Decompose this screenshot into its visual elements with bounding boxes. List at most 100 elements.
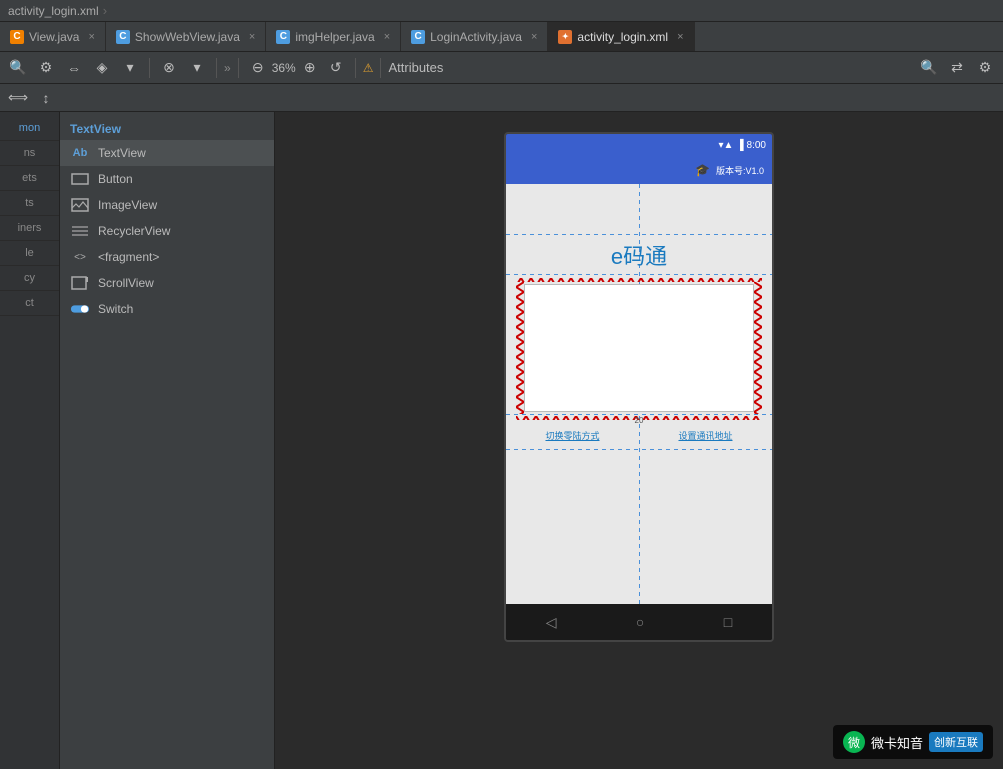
attr-settings-button[interactable]: ⚙ xyxy=(973,56,997,80)
recents-button[interactable]: □ xyxy=(724,614,732,630)
tab-activity-login-xml[interactable]: ✦ activity_login.xml × xyxy=(548,22,694,52)
ellipsis: » xyxy=(224,61,231,75)
palette-label-recyclerview: RecyclerView xyxy=(98,224,170,238)
tab-close-1[interactable]: × xyxy=(88,31,94,43)
separator-3 xyxy=(238,58,239,78)
status-time: 8:00 xyxy=(747,140,766,151)
palette-header: TextView xyxy=(60,118,274,140)
palette-item-imageview[interactable]: ImageView xyxy=(60,192,274,218)
version-label: 版本号:V1.0 xyxy=(716,164,764,177)
separator-5 xyxy=(380,58,381,78)
fragment-icon: <> xyxy=(70,249,90,265)
separator-2 xyxy=(216,58,217,78)
zigzag-left xyxy=(516,282,524,414)
input-box xyxy=(524,284,754,412)
palette-label-fragment: <fragment> xyxy=(98,250,159,264)
palette-item-button[interactable]: Button xyxy=(60,166,274,192)
horizontal-layout-btn[interactable]: ⟺ xyxy=(6,86,30,110)
attributes-section: Attributes xyxy=(388,60,443,75)
tab-label-4: LoginActivity.java xyxy=(430,30,522,44)
palette-cat-ts[interactable]: ts xyxy=(0,191,59,216)
tab-showwebview-java[interactable]: C ShowWebView.java × xyxy=(106,22,266,52)
tab-close-4[interactable]: × xyxy=(531,31,537,43)
wifi-icon: ▾▲ xyxy=(719,140,734,151)
palette-item-fragment[interactable]: <> <fragment> xyxy=(60,244,274,270)
imageview-icon xyxy=(70,197,90,213)
constraints-dropdown[interactable]: ▾ xyxy=(185,56,209,80)
phone-mockup: ▾▲ ▐ 8:00 🎓 版本号:V1.0 xyxy=(504,132,774,642)
palette-label-textview: TextView xyxy=(98,146,146,160)
bottom-link-2: 设置通讯地址 xyxy=(678,429,732,442)
home-button[interactable]: ○ xyxy=(636,614,644,630)
palette-sidebar: mon ns ets ts iners le cy ct xyxy=(0,112,60,769)
zoom-out-button[interactable]: ⊖ xyxy=(246,56,270,80)
warning-indicator[interactable]: ⚠ xyxy=(363,61,374,75)
palette-cat-le[interactable]: le xyxy=(0,241,59,266)
constraints-button[interactable]: ⊗ xyxy=(157,56,181,80)
palette-items: TextView Ab TextView Button ImageView xyxy=(60,112,274,769)
palette-item-switch[interactable]: Switch xyxy=(60,296,274,322)
warning-icon: ⚠ xyxy=(363,61,374,75)
canvas-area[interactable]: ▾▲ ▐ 8:00 🎓 版本号:V1.0 xyxy=(275,112,1003,769)
watermark-sub-text: 创新互联 xyxy=(934,737,978,749)
phone-app-bar: 🎓 版本号:V1.0 xyxy=(506,156,772,184)
app-title-container: e码通 xyxy=(506,239,772,271)
watermark-sub: 创新互联 xyxy=(929,732,983,752)
back-button[interactable]: ◁ xyxy=(546,614,557,631)
layout-button[interactable]: ⇔ xyxy=(62,56,86,80)
tab-icon-showwebview: C xyxy=(116,30,130,44)
tab-close-5[interactable]: × xyxy=(677,31,683,43)
battery-icon: ▐ xyxy=(736,140,743,151)
tab-close-3[interactable]: × xyxy=(384,31,390,43)
app-title: e码通 xyxy=(611,244,667,269)
settings-button[interactable]: ⚙ xyxy=(34,56,58,80)
layers-button[interactable]: ◈ xyxy=(90,56,114,80)
palette-cat-ns[interactable]: ns xyxy=(0,141,59,166)
palette-cat-ets[interactable]: ets xyxy=(0,166,59,191)
palette-label-scrollview: ScrollView xyxy=(98,276,154,290)
attr-sync-button[interactable]: ⇄ xyxy=(945,56,969,80)
palette-cat-mon[interactable]: mon xyxy=(0,116,59,141)
tab-close-2[interactable]: × xyxy=(249,31,255,43)
toolbar-row1: 🔍 ⚙ ⇔ ◈ ▾ ⊗ ▾ » ⊖ 36% ⊕ ↺ ⚠ Attributes 🔍… xyxy=(0,52,1003,84)
tab-label-5: activity_login.xml xyxy=(577,30,668,44)
phone-nav-bar: ◁ ○ □ xyxy=(506,604,772,640)
tab-imghelper-java[interactable]: C imgHelper.java × xyxy=(266,22,401,52)
title-bar-filename: activity_login.xml xyxy=(8,4,99,18)
watermark-logo: 微 xyxy=(843,731,865,753)
palette-cat-cy[interactable]: cy xyxy=(0,266,59,291)
button-icon xyxy=(70,171,90,187)
palette-cat-iners[interactable]: iners xyxy=(0,216,59,241)
zoom-in-button[interactable]: ⊕ xyxy=(298,56,322,80)
search-button[interactable]: 🔍 xyxy=(6,56,30,80)
toolbar-row2: ⟺ ↕ xyxy=(0,84,1003,112)
tab-icon-imghelper: C xyxy=(276,30,290,44)
layers-dropdown[interactable]: ▾ xyxy=(118,56,142,80)
zoom-controls: ⊖ 36% ⊕ ↺ xyxy=(246,56,348,80)
tab-label-2: ShowWebView.java xyxy=(135,30,240,44)
tab-icon-java: C xyxy=(10,30,24,44)
tab-icon-loginactivity: C xyxy=(411,30,425,44)
main-layout: mon ns ets ts iners le cy ct TextView Ab… xyxy=(0,112,1003,769)
tab-icon-xml: ✦ xyxy=(558,30,572,44)
palette-item-recyclerview[interactable]: RecyclerView xyxy=(60,218,274,244)
attr-search-button[interactable]: 🔍 xyxy=(917,56,941,80)
tab-loginactivity-java[interactable]: C LoginActivity.java × xyxy=(401,22,548,52)
recyclerview-icon xyxy=(70,223,90,239)
zoom-fit-button[interactable]: ↺ xyxy=(324,56,348,80)
scrollview-icon xyxy=(70,275,90,291)
phone-screen-content: e码通 20 切换零陆方式 设置通讯地址 xyxy=(506,184,772,604)
palette-label-switch: Switch xyxy=(98,302,133,316)
bottom-link-1: 切换零陆方式 xyxy=(545,429,599,442)
palette-item-textview[interactable]: Ab TextView xyxy=(60,140,274,166)
tabs-bar: C View.java × C ShowWebView.java × C img… xyxy=(0,22,1003,52)
spacing-marker-20: 20 xyxy=(635,416,644,425)
toolbar-right: 🔍 ⇄ ⚙ xyxy=(917,56,997,80)
zigzag-top xyxy=(516,274,762,282)
palette-item-scrollview[interactable]: ScrollView xyxy=(60,270,274,296)
tab-view-java[interactable]: C View.java × xyxy=(0,22,106,52)
palette-cat-ct[interactable]: ct xyxy=(0,291,59,316)
watermark: 微 微卡知音 创新互联 xyxy=(833,725,993,759)
title-bar: activity_login.xml › xyxy=(0,0,1003,22)
vertical-layout-btn[interactable]: ↕ xyxy=(34,86,58,110)
